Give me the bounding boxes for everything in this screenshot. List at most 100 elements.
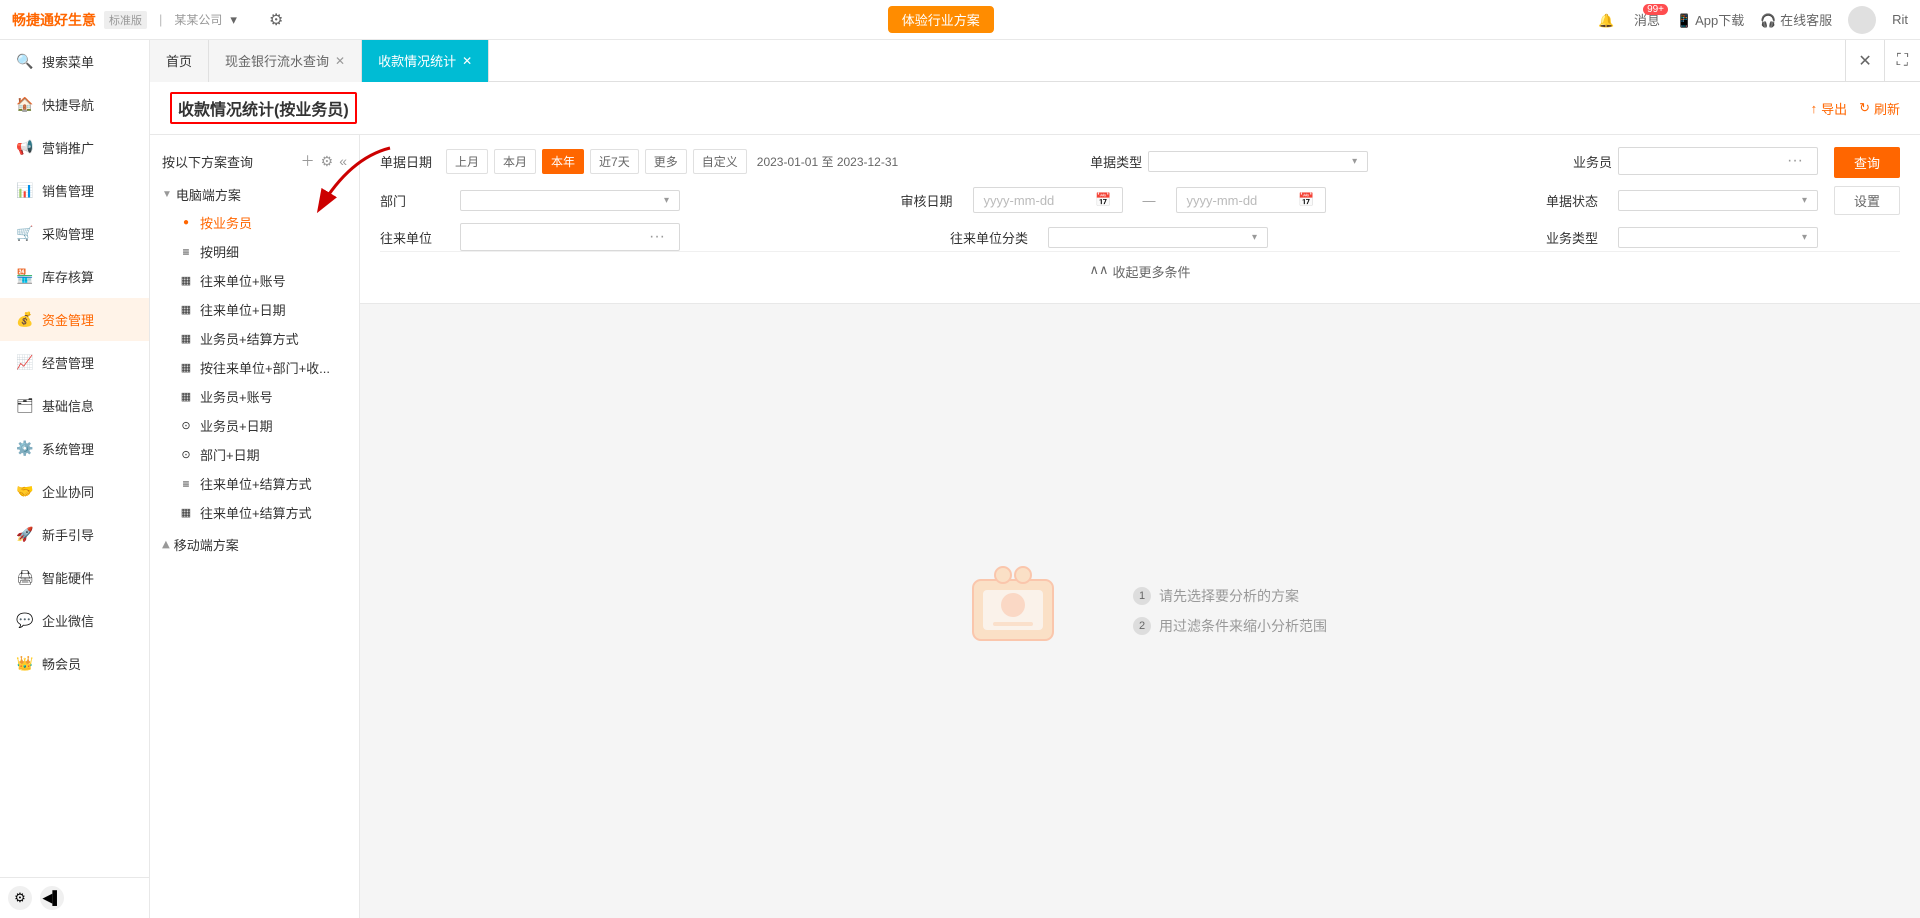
sidebar-item-purchase[interactable]: 🛒 采购管理 [0, 212, 149, 255]
main-content: 首页 现金银行流水查询 ✕ 收款情况统计 ✕ ✕ ⛶ 收款情况统计(按业务员) [150, 40, 1920, 918]
sidebar-label-finance: 资金管理 [42, 310, 94, 329]
salesman-active-icon: ● [178, 215, 194, 231]
sidebar-item-system[interactable]: ⚙️ 系统管理 [0, 427, 149, 470]
scheme-item-salesman-date[interactable]: ⊙ 业务员+日期 [150, 411, 359, 440]
doc-type-label: 单据类型 [1082, 152, 1142, 171]
partner-select[interactable]: ··· [460, 223, 680, 251]
scheme-item-salesman-settlement[interactable]: ▦ 业务员+结算方式 [150, 324, 359, 353]
salesman-more-icon[interactable]: ··· [1787, 152, 1803, 170]
sidebar-item-operations[interactable]: 📈 经营管理 [0, 341, 149, 384]
tab-bank-flow[interactable]: 现金银行流水查询 ✕ [209, 40, 362, 82]
salesman-settlement-icon: ▦ [178, 331, 194, 347]
sidebar-item-wechat[interactable]: 💬 企业微信 [0, 599, 149, 642]
breadcrumb-dropdown[interactable]: ▾ [230, 12, 237, 28]
sidebar-label-quick-nav: 快捷导航 [42, 95, 94, 114]
doc-status-select[interactable]: ▾ [1618, 190, 1818, 211]
date-btn-curr-month[interactable]: 本月 [494, 149, 536, 174]
sidebar-item-finance[interactable]: 💰 资金管理 [0, 298, 149, 341]
biz-type-select[interactable]: ▾ [1618, 227, 1818, 248]
salesman-account-icon: ▦ [178, 389, 194, 405]
sidebar-label-system: 系统管理 [42, 439, 94, 458]
date-btn-curr-year[interactable]: 本年 [542, 149, 584, 174]
calendar-to-icon: 📅 [1298, 192, 1314, 208]
refresh-btn[interactable]: ↻ 刷新 [1859, 99, 1900, 118]
date-btn-7days[interactable]: 近7天 [590, 149, 639, 174]
scheme-item-by-salesman[interactable]: ● 按业务员 [150, 208, 359, 237]
sidebar-item-sales[interactable]: 📊 销售管理 [0, 169, 149, 212]
partner-category-select[interactable]: ▾ [1048, 227, 1268, 248]
notification-area[interactable]: 🔔 99+ 消息 [1598, 10, 1660, 29]
sidebar-item-marketing[interactable]: 📢 营销推广 [0, 126, 149, 169]
sidebar-menu: 🔍 搜索菜单 🏠 快捷导航 📢 营销推广 📊 销售管理 🛒 采购管理 🏪 [0, 40, 149, 877]
tab-bank-flow-close[interactable]: ✕ [335, 54, 345, 68]
review-date-to[interactable]: yyyy-mm-dd 📅 [1176, 187, 1326, 213]
dept-select[interactable]: ▾ [460, 190, 680, 211]
sidebar-bottom: ⚙ ◀▌ [0, 877, 149, 918]
group-expand-arrow: ▼ [162, 189, 172, 200]
sidebar-label-purchase: 采购管理 [42, 224, 94, 243]
fullscreen-btn[interactable]: ⛶ [1884, 40, 1920, 82]
close-tab-btn[interactable]: ✕ [1845, 40, 1883, 82]
collapse-panel-icon[interactable]: « [339, 153, 347, 169]
scheme-item-salesman-date-label: 业务员+日期 [200, 416, 273, 435]
export-btn[interactable]: ↑ 导出 [1811, 99, 1848, 118]
filter-action-buttons: 查询 设置 [1834, 147, 1900, 215]
left-panel-header: 按以下方案查询 ＋ ⚙ « [150, 145, 359, 177]
scheme-item-partner-settlement1[interactable]: ≡ 往来单位+结算方式 [150, 469, 359, 498]
scheme-group-desktop-header[interactable]: ▼ 电脑端方案 [150, 181, 359, 208]
scheme-item-salesman-settlement-label: 业务员+结算方式 [200, 329, 299, 348]
scheme-item-salesman-account[interactable]: ▦ 业务员+账号 [150, 382, 359, 411]
empty-step-2: 2 用过滤条件来缩小分析范围 [1133, 616, 1327, 636]
app-download-link[interactable]: 📱 App下载 [1676, 10, 1744, 29]
tab-collection-stats[interactable]: 收款情况统计 ✕ [362, 40, 489, 82]
collapse-sidebar-icon[interactable]: ◀▌ [40, 886, 64, 910]
sidebar-item-inventory[interactable]: 🏪 库存核算 [0, 255, 149, 298]
left-panel: 按以下方案查询 ＋ ⚙ « ▼ 电脑端方案 [150, 135, 360, 918]
scheme-item-partner-date[interactable]: ▦ 往来单位+日期 [150, 295, 359, 324]
hardware-icon: 🖨 [16, 569, 34, 587]
scheme-group-mobile-header[interactable]: ▶ 移动端方案 [150, 531, 359, 558]
collapse-bar[interactable]: ∧∧ 收起更多条件 [380, 251, 1900, 291]
empty-step-2-text: 用过滤条件来缩小分析范围 [1159, 616, 1327, 636]
top-bar-left: 畅捷通好生意 标准版 | 某某公司 ▾ ⚙ [12, 10, 283, 30]
scheme-item-partner-settlement2[interactable]: ▦ 往来单位+结算方式 [150, 498, 359, 527]
sidebar-item-enterprise[interactable]: 🤝 企业协同 [0, 470, 149, 513]
sidebar-item-quick-nav[interactable]: 🏠 快捷导航 [0, 83, 149, 126]
scheme-item-partner-dept[interactable]: ▦ 按往来单位+部门+收... [150, 353, 359, 382]
date-btn-prev-month[interactable]: 上月 [446, 149, 488, 174]
page-content: 收款情况统计(按业务员) ↑ 导出 ↻ 刷新 按以下方 [150, 82, 1920, 918]
query-btn[interactable]: 查询 [1834, 147, 1900, 178]
notification-label: 消息 [1634, 13, 1660, 28]
inventory-icon: 🏪 [16, 268, 34, 286]
add-scheme-icon[interactable]: ＋ [301, 151, 315, 171]
trial-btn[interactable]: 体验行业方案 [888, 6, 994, 33]
online-service-link[interactable]: 🎧 在线客服 [1760, 10, 1832, 29]
date-btn-more[interactable]: 更多 [645, 149, 687, 174]
date-btn-custom[interactable]: 自定义 [693, 149, 747, 174]
scheme-item-dept-date[interactable]: ⊙ 部门+日期 [150, 440, 359, 469]
filter-settings-btn[interactable]: 设置 [1834, 186, 1900, 215]
scheme-item-partner-account[interactable]: ▦ 往来单位+账号 [150, 266, 359, 295]
doc-type-select[interactable]: ▾ [1148, 151, 1368, 172]
date-label: 单据日期 [380, 152, 440, 171]
tab-collection-stats-close[interactable]: ✕ [462, 54, 472, 68]
settings-gear-icon[interactable]: ⚙ [269, 10, 283, 30]
sidebar-item-smart-hw[interactable]: 🖨 智能硬件 [0, 556, 149, 599]
partner-more-icon[interactable]: ··· [649, 228, 665, 246]
avatar[interactable] [1848, 6, 1876, 34]
settings-bottom-icon[interactable]: ⚙ [8, 886, 32, 910]
review-date-from[interactable]: yyyy-mm-dd 📅 [973, 187, 1123, 213]
scheme-settings-icon[interactable]: ⚙ [321, 153, 334, 170]
sidebar-item-basic-info[interactable]: 🗂 基础信息 [0, 384, 149, 427]
date-range-display: 2023-01-01 至 2023-12-31 [757, 153, 898, 170]
scheme-item-partner-date-label: 往来单位+日期 [200, 300, 286, 319]
sidebar-item-search-menu[interactable]: 🔍 搜索菜单 [0, 40, 149, 83]
sidebar-item-starter[interactable]: 🚀 新手引导 [0, 513, 149, 556]
sidebar-item-member[interactable]: 👑 畅会员 [0, 642, 149, 685]
scheme-item-by-detail[interactable]: ≡ 按明细 [150, 237, 359, 266]
partner-settlement1-icon: ≡ [178, 476, 194, 492]
search-icon: 🔍 [16, 53, 34, 71]
tab-home[interactable]: 首页 [150, 40, 209, 82]
salesman-select[interactable]: ··· [1618, 147, 1818, 175]
bell-icon: 🔔 [1598, 13, 1614, 28]
